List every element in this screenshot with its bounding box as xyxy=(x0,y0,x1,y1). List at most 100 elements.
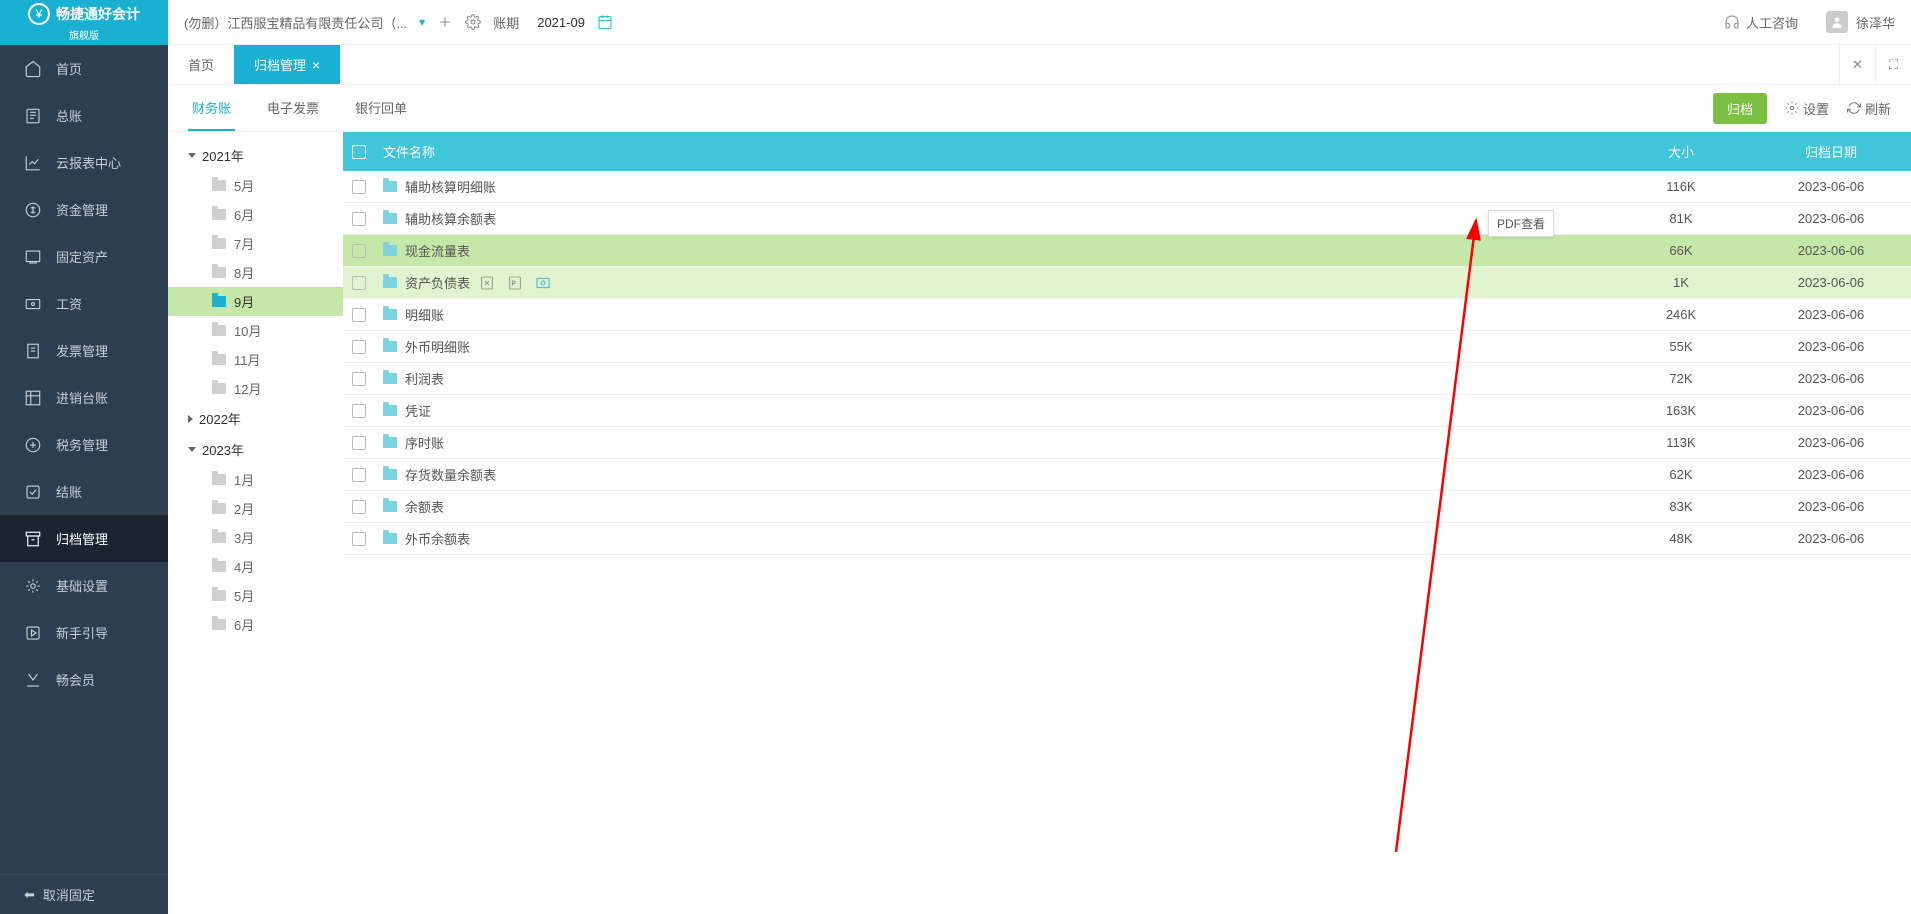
consult-button[interactable]: 人工咨询 xyxy=(1724,13,1798,32)
table-row[interactable]: 存货数量余额表62K2023-06-06 xyxy=(343,459,1911,491)
folder-icon xyxy=(383,181,397,192)
nav-item-7[interactable]: 进销台账 xyxy=(0,374,168,421)
refresh-button[interactable]: 刷新 xyxy=(1847,99,1891,118)
calendar-icon[interactable] xyxy=(597,14,613,30)
tree-month[interactable]: 11月 xyxy=(168,345,343,374)
table-row[interactable]: 辅助核算明细账116K2023-06-06 xyxy=(343,171,1911,203)
row-checkbox[interactable] xyxy=(352,436,366,450)
tree-month[interactable]: 3月 xyxy=(168,523,343,552)
year-label: 2022年 xyxy=(199,409,241,428)
row-checkbox[interactable] xyxy=(352,532,366,546)
table-row[interactable]: 明细账246K2023-06-06 xyxy=(343,299,1911,331)
window-close-button[interactable]: ✕ xyxy=(1839,45,1875,84)
archive-button[interactable]: 归档 xyxy=(1713,93,1767,124)
table-row[interactable]: 辅助核算余额表81K2023-06-06 xyxy=(343,203,1911,235)
nav-item-11[interactable]: 基础设置 xyxy=(0,562,168,609)
pdf-view-icon[interactable] xyxy=(534,274,552,292)
archive-date: 2023-06-06 xyxy=(1751,171,1911,203)
period-value[interactable]: 2021-09 xyxy=(537,15,585,30)
select-all-checkbox[interactable] xyxy=(352,145,366,159)
folder-icon xyxy=(212,561,226,572)
tree-month[interactable]: 6月 xyxy=(168,610,343,639)
fullscreen-button[interactable]: ⛶ xyxy=(1875,45,1911,84)
row-checkbox[interactable] xyxy=(352,308,366,322)
row-checkbox[interactable] xyxy=(352,468,366,482)
row-checkbox[interactable] xyxy=(352,180,366,194)
folder-icon xyxy=(212,238,226,249)
nav-item-5[interactable]: 工资 xyxy=(0,280,168,327)
tree-month[interactable]: 5月 xyxy=(168,581,343,610)
nav-item-3[interactable]: 资金管理 xyxy=(0,186,168,233)
table-row[interactable]: 凭证163K2023-06-06 xyxy=(343,395,1911,427)
table-row[interactable]: 外币明细账55K2023-06-06 xyxy=(343,331,1911,363)
tab-home[interactable]: 首页 xyxy=(168,45,234,84)
close-icon[interactable]: × xyxy=(312,57,320,73)
subtab-einvoice[interactable]: 电子发票 xyxy=(263,86,323,131)
add-company-icon[interactable] xyxy=(437,14,453,30)
folder-icon xyxy=(383,277,397,288)
tree-month[interactable]: 4月 xyxy=(168,552,343,581)
subtab-einvoice-label: 电子发票 xyxy=(267,101,319,116)
tree-month[interactable]: 12月 xyxy=(168,374,343,403)
download-pdf-icon[interactable] xyxy=(506,274,524,292)
tree-year[interactable]: 2022年 xyxy=(168,403,343,434)
file-size: 81K xyxy=(1611,203,1751,235)
period-label: 账期 xyxy=(493,13,519,32)
nav-item-13[interactable]: 畅会员 xyxy=(0,656,168,703)
folder-icon xyxy=(212,503,226,514)
month-label: 4月 xyxy=(234,557,254,576)
unpin-button[interactable]: ⬅ 取消固定 xyxy=(0,874,168,914)
settings-icon[interactable] xyxy=(465,14,481,30)
nav-item-10[interactable]: 归档管理 xyxy=(0,515,168,562)
tree-month[interactable]: 7月 xyxy=(168,229,343,258)
nav-label: 固定资产 xyxy=(56,247,108,266)
table-row[interactable]: 资产负债表1K2023-06-06 xyxy=(343,267,1911,299)
asset-icon xyxy=(24,248,42,266)
user-menu[interactable]: 徐泽华 xyxy=(1826,11,1895,33)
main-area: (勿删）江西服宝精品有限责任公司（... ▾ 账期 2021-09 人工咨询 徐… xyxy=(168,0,1911,914)
row-checkbox[interactable] xyxy=(352,372,366,386)
subtab-bank[interactable]: 银行回单 xyxy=(351,86,411,131)
file-name: 辅助核算明细账 xyxy=(405,177,496,196)
tree-month[interactable]: 9月 xyxy=(168,287,343,316)
row-checkbox[interactable] xyxy=(352,404,366,418)
row-checkbox[interactable] xyxy=(352,340,366,354)
company-selector[interactable]: (勿删）江西服宝精品有限责任公司（... xyxy=(184,13,407,32)
nav-item-8[interactable]: 税务管理 xyxy=(0,421,168,468)
tree-month[interactable]: 8月 xyxy=(168,258,343,287)
nav-item-4[interactable]: 固定资产 xyxy=(0,233,168,280)
month-label: 10月 xyxy=(234,321,261,340)
nav-item-12[interactable]: 新手引导 xyxy=(0,609,168,656)
nav-item-6[interactable]: 发票管理 xyxy=(0,327,168,374)
tree-month[interactable]: 6月 xyxy=(168,200,343,229)
folder-icon xyxy=(383,341,397,352)
tree-month[interactable]: 5月 xyxy=(168,171,343,200)
table-row[interactable]: 现金流量表66K2023-06-06 xyxy=(343,235,1911,267)
tab-archive[interactable]: 归档管理 × xyxy=(234,45,340,84)
row-checkbox[interactable] xyxy=(352,500,366,514)
row-checkbox[interactable] xyxy=(352,212,366,226)
table-row[interactable]: 外币余额表48K2023-06-06 xyxy=(343,523,1911,555)
nav-label: 云报表中心 xyxy=(56,153,121,172)
table-row[interactable]: 序时账113K2023-06-06 xyxy=(343,427,1911,459)
table-row[interactable]: 利润表72K2023-06-06 xyxy=(343,363,1911,395)
nav-item-2[interactable]: 云报表中心 xyxy=(0,139,168,186)
chevron-down-icon[interactable]: ▾ xyxy=(419,15,425,29)
tree-year[interactable]: 2021年 xyxy=(168,140,343,171)
tree-month[interactable]: 2月 xyxy=(168,494,343,523)
folder-icon xyxy=(212,474,226,485)
table-row[interactable]: 余额表83K2023-06-06 xyxy=(343,491,1911,523)
arrow-left-icon: ⬅ xyxy=(24,887,35,903)
settings-button[interactable]: 设置 xyxy=(1785,99,1829,118)
tree-month[interactable]: 10月 xyxy=(168,316,343,345)
nav-item-9[interactable]: 结账 xyxy=(0,468,168,515)
nav-item-0[interactable]: 首页 xyxy=(0,45,168,92)
row-checkbox[interactable] xyxy=(352,244,366,258)
row-checkbox[interactable] xyxy=(352,276,366,290)
tree-month[interactable]: 1月 xyxy=(168,465,343,494)
tree-year[interactable]: 2023年 xyxy=(168,434,343,465)
archive-date: 2023-06-06 xyxy=(1751,203,1911,235)
nav-item-1[interactable]: 总账 xyxy=(0,92,168,139)
download-excel-icon[interactable] xyxy=(478,274,496,292)
subtab-finance[interactable]: 财务账 xyxy=(188,86,235,131)
